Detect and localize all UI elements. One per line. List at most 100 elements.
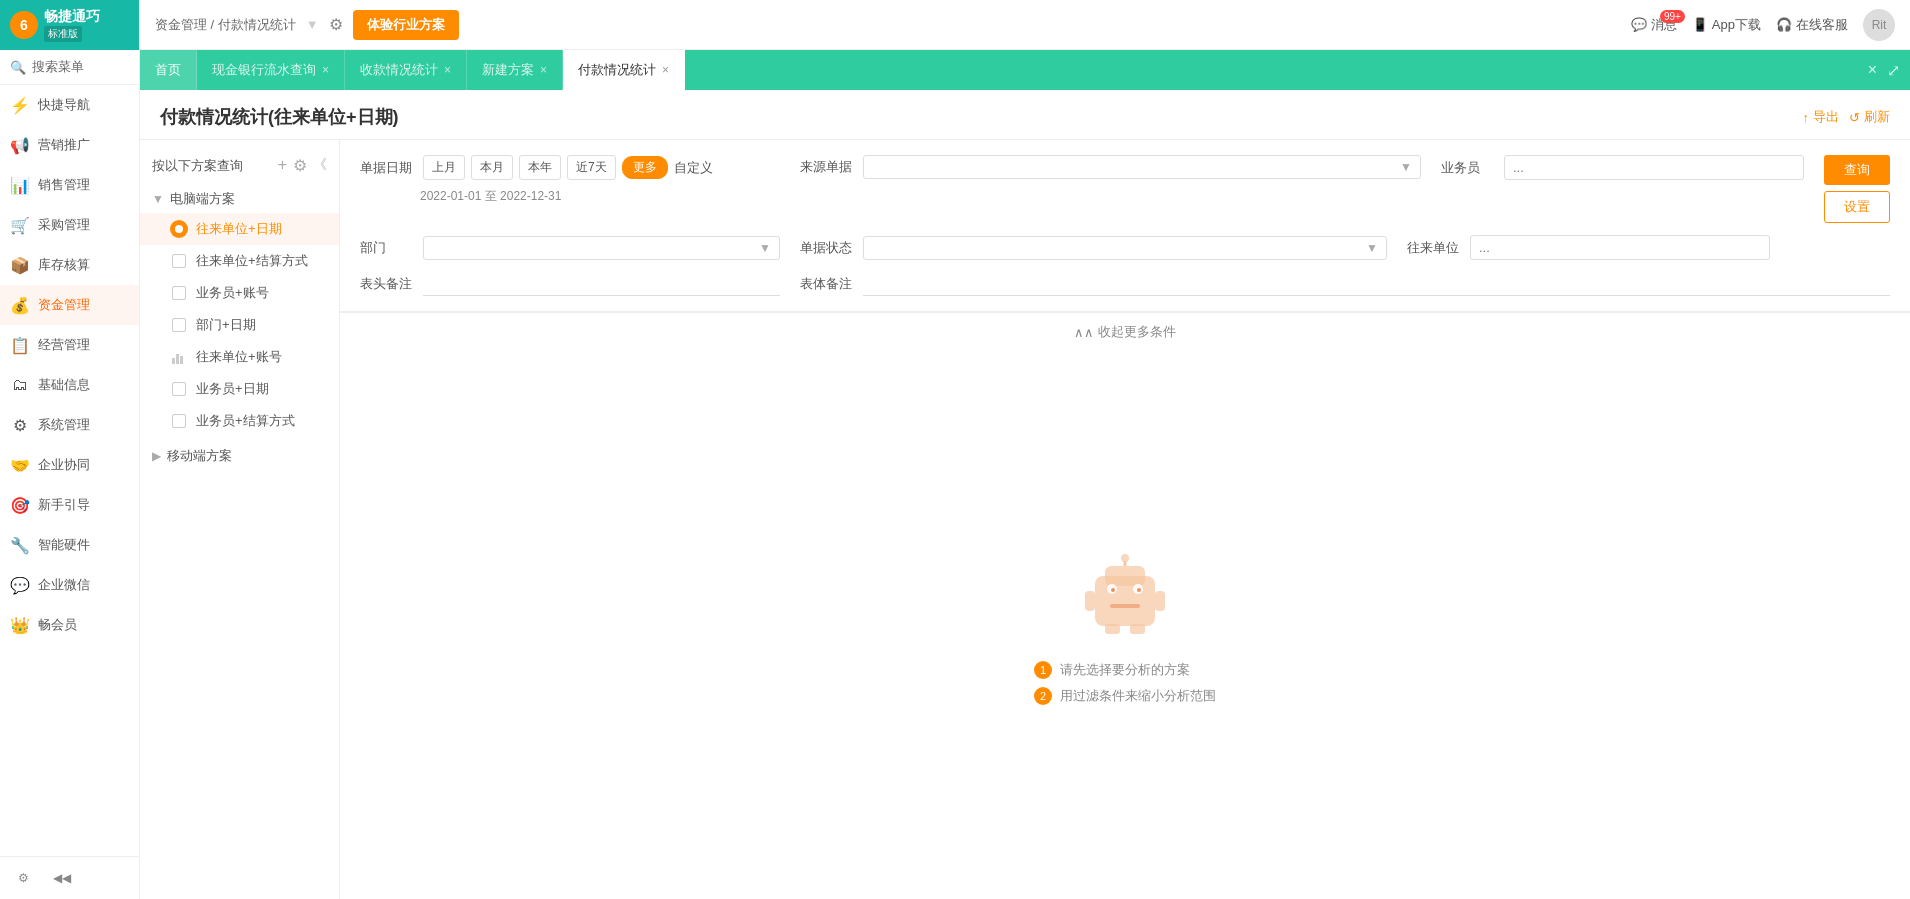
scheme-item-staff-account[interactable]: 业务员+账号 bbox=[140, 277, 339, 309]
sidebar-item-label: 企业协同 bbox=[38, 456, 90, 474]
inventory-icon: 📦 bbox=[10, 255, 30, 275]
scheme-item-counterpart-date[interactable]: 往来单位+日期 bbox=[140, 213, 339, 245]
tab-new-scheme[interactable]: 新建方案 × bbox=[467, 50, 563, 90]
sidebar-item-operations[interactable]: 📋 经营管理 bbox=[0, 325, 139, 365]
search-menu[interactable]: 🔍 搜索菜单 bbox=[0, 50, 139, 85]
sidebar-item-basic[interactable]: 🗂 基础信息 bbox=[0, 365, 139, 405]
sidebar-item-enterprise[interactable]: 🤝 企业协同 bbox=[0, 445, 139, 485]
scheme-section-mobile: ▶ 移动端方案 bbox=[140, 442, 339, 470]
messages-btn[interactable]: 💬 消息 99+ bbox=[1631, 16, 1677, 34]
sidebar-item-quick-nav[interactable]: ⚡ 快捷导航 bbox=[0, 85, 139, 125]
topbar-right: 💬 消息 99+ 📱 App下载 🎧 在线客服 Rit bbox=[1631, 9, 1895, 41]
date-btn-this-month[interactable]: 本月 bbox=[471, 155, 513, 180]
refresh-btn[interactable]: ↺ 刷新 bbox=[1849, 108, 1890, 126]
counterpart-input[interactable] bbox=[1470, 235, 1770, 260]
sidebar-collapse-btn[interactable]: ◀◀ bbox=[45, 867, 79, 889]
search-label: 搜索菜单 bbox=[32, 58, 84, 76]
message-icon: 💬 bbox=[1631, 17, 1647, 32]
operations-icon: 📋 bbox=[10, 335, 30, 355]
sidebar-item-sales[interactable]: 📊 销售管理 bbox=[0, 165, 139, 205]
scheme-item-label: 部门+日期 bbox=[196, 316, 256, 334]
sidebar-item-finance[interactable]: 💰 资金管理 bbox=[0, 285, 139, 325]
sidebar-item-inventory[interactable]: 📦 库存核算 bbox=[0, 245, 139, 285]
scheme-item-staff-date[interactable]: 业务员+日期 bbox=[140, 373, 339, 405]
tab-receipt[interactable]: 收款情况统计 × bbox=[345, 50, 467, 90]
service-icon: 🎧 bbox=[1776, 17, 1792, 32]
tab-payment-close[interactable]: × bbox=[662, 63, 669, 77]
section-collapse-icon: ▼ bbox=[152, 192, 164, 206]
app-download-label: App下载 bbox=[1712, 16, 1761, 34]
collapse-bar[interactable]: ∧∧ 收起更多条件 bbox=[340, 312, 1910, 351]
online-service-btn[interactable]: 🎧 在线客服 bbox=[1776, 16, 1848, 34]
guide-icon: 🎯 bbox=[10, 495, 30, 515]
empty-hint-2: 2 用过滤条件来缩小分析范围 bbox=[1034, 687, 1216, 705]
topbar-settings-icon[interactable]: ⚙ bbox=[329, 15, 343, 34]
add-scheme-btn[interactable]: + bbox=[278, 156, 287, 175]
date-btn-last-month[interactable]: 上月 bbox=[423, 155, 465, 180]
tab-bank-close[interactable]: × bbox=[322, 63, 329, 77]
tab-receipt-close[interactable]: × bbox=[444, 63, 451, 77]
tab-payment-label: 付款情况统计 bbox=[578, 61, 656, 79]
user-avatar[interactable]: Rit bbox=[1863, 9, 1895, 41]
tab-maximize-btn[interactable]: ⤢ bbox=[1887, 61, 1900, 80]
date-btn-this-year[interactable]: 本年 bbox=[519, 155, 561, 180]
refresh-label: 刷新 bbox=[1864, 108, 1890, 126]
doc-status-select[interactable]: ▼ bbox=[863, 236, 1387, 260]
custom-label: 自定义 bbox=[674, 159, 729, 177]
collapse-label: 收起更多条件 bbox=[1098, 323, 1176, 341]
scheme-item-staff-settle[interactable]: 业务员+结算方式 bbox=[140, 405, 339, 437]
tab-home[interactable]: 首页 bbox=[140, 50, 197, 90]
finance-icon: 💰 bbox=[10, 295, 30, 315]
topbar-breadcrumb: 资金管理 / 付款情况统计 bbox=[155, 16, 296, 34]
scheme-item-counterpart-settle[interactable]: 往来单位+结算方式 bbox=[140, 245, 339, 277]
source-doc-select[interactable]: ▼ bbox=[863, 155, 1421, 179]
sidebar-settings-btn[interactable]: ⚙ bbox=[10, 867, 37, 889]
scheme-settings-btn[interactable]: ⚙ bbox=[293, 156, 307, 175]
app-logo: 6 畅捷通巧 标准版 bbox=[0, 0, 139, 50]
tab-close-all-btn[interactable]: × bbox=[1868, 61, 1877, 79]
sidebar-item-hardware[interactable]: 🔧 智能硬件 bbox=[0, 525, 139, 565]
svg-point-3 bbox=[1121, 554, 1129, 562]
sidebar-item-label: 营销推广 bbox=[38, 136, 90, 154]
date-btn-more[interactable]: 更多 bbox=[622, 156, 668, 179]
sidebar-item-system[interactable]: ⚙ 系统管理 bbox=[0, 405, 139, 445]
sidebar-item-marketing[interactable]: 📢 营销推广 bbox=[0, 125, 139, 165]
scheme-section-mobile-header[interactable]: ▶ 移动端方案 bbox=[140, 442, 339, 470]
scheme-square-icon bbox=[170, 252, 188, 270]
scheme-item-dept-date[interactable]: 部门+日期 bbox=[140, 309, 339, 341]
export-label: 导出 bbox=[1813, 108, 1839, 126]
date-range-row: 2022-01-01 至 2022-12-31 bbox=[360, 188, 780, 205]
svg-rect-8 bbox=[1110, 604, 1140, 608]
sidebar-item-wechat[interactable]: 💬 企业微信 bbox=[0, 565, 139, 605]
filter-settings-btn[interactable]: 设置 bbox=[1824, 191, 1890, 223]
hardware-icon: 🔧 bbox=[10, 535, 30, 555]
sidebar-item-guide[interactable]: 🎯 新手引导 bbox=[0, 485, 139, 525]
enterprise-icon: 🤝 bbox=[10, 455, 30, 475]
tab-bank[interactable]: 现金银行流水查询 × bbox=[197, 50, 345, 90]
dept-chevron: ▼ bbox=[759, 241, 771, 255]
breadcrumb-chevron: ▼ bbox=[306, 17, 319, 32]
query-btn[interactable]: 查询 bbox=[1824, 155, 1890, 185]
scheme-section-desktop-header[interactable]: ▼ 电脑端方案 bbox=[140, 185, 339, 213]
tab-bank-label: 现金银行流水查询 bbox=[212, 61, 316, 79]
app-download-btn[interactable]: 📱 App下载 bbox=[1692, 16, 1761, 34]
app-name: 畅捷通巧 bbox=[44, 8, 100, 25]
sidebar-item-member[interactable]: 👑 畅会员 bbox=[0, 605, 139, 645]
tab-new-scheme-close[interactable]: × bbox=[540, 63, 547, 77]
date-btn-last7[interactable]: 近7天 bbox=[567, 155, 616, 180]
dept-select[interactable]: ▼ bbox=[423, 236, 780, 260]
sidebar-item-purchase[interactable]: 🛒 采购管理 bbox=[0, 205, 139, 245]
tab-payment[interactable]: 付款情况统计 × bbox=[563, 50, 685, 90]
trial-btn[interactable]: 体验行业方案 bbox=[353, 10, 459, 40]
left-panel-actions: + ⚙ 《 bbox=[278, 156, 327, 175]
scheme-item-label: 往来单位+结算方式 bbox=[196, 252, 308, 270]
export-btn[interactable]: ↑ 导出 bbox=[1803, 108, 1840, 126]
doc-status-label: 单据状态 bbox=[800, 239, 855, 257]
left-panel: 按以下方案查询 + ⚙ 《 ▼ 电脑端方案 bbox=[140, 140, 340, 899]
tab-home-label: 首页 bbox=[155, 61, 181, 79]
scheme-item-counterpart-account[interactable]: 往来单位+账号 bbox=[140, 341, 339, 373]
search-icon: 🔍 bbox=[10, 60, 26, 75]
panel-collapse-btn[interactable]: 《 bbox=[313, 156, 327, 175]
staff-input[interactable] bbox=[1504, 155, 1804, 180]
sidebar-item-label: 畅会员 bbox=[38, 616, 77, 634]
